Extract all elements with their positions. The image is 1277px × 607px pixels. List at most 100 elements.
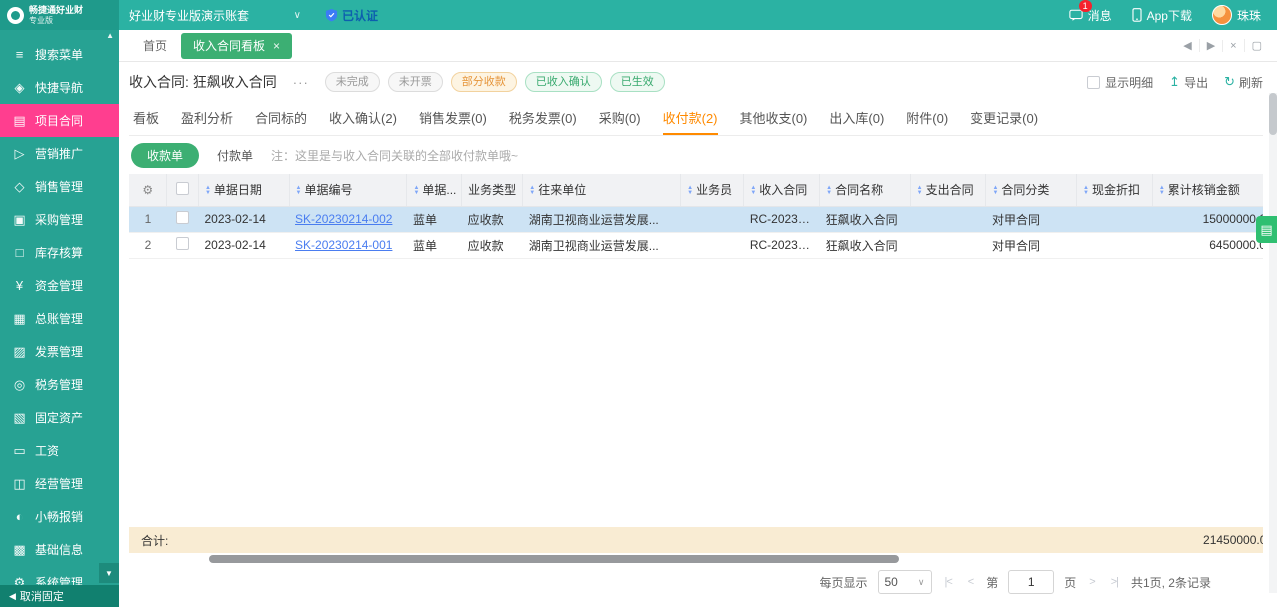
show-detail-toggle[interactable]: 显示明细 [1087, 74, 1153, 91]
prev-page-button[interactable]: < [965, 576, 976, 588]
row-checkbox-cell[interactable] [166, 232, 199, 259]
sort-icon[interactable]: ▲ ▼ [529, 185, 535, 196]
column-header-cash-discount[interactable]: ▲ ▼ 现金折扣 [1076, 174, 1153, 207]
select-all-checkbox[interactable] [176, 181, 190, 195]
tab-income-contract-board[interactable]: 收入合同看板 × [181, 32, 293, 59]
prev-tab-icon[interactable]: ◀ [1176, 39, 1198, 52]
messages-button[interactable]: 1 消息 [1068, 0, 1112, 24]
column-header-partner[interactable]: ▲ ▼ 往来单位 [522, 174, 682, 207]
sidebar-item-funds[interactable]: ¥ 资金管理 [0, 269, 119, 302]
sidebar-item-base-info[interactable]: ▩ 基础信息 [0, 533, 119, 566]
sort-icon[interactable]: ▲ ▼ [687, 185, 693, 196]
sidebar-item-tax[interactable]: ◎ 税务管理 [0, 368, 119, 401]
user-menu[interactable]: 珠珠 [1211, 5, 1261, 25]
close-all-icon[interactable]: × [1222, 39, 1243, 52]
unpin-sidebar-button[interactable]: ◀ 取消固定 [0, 585, 119, 607]
tab-sales-invoice[interactable]: 销售发票(0) [419, 102, 487, 135]
sidebar-item-quick-nav[interactable]: ◈ 快捷导航 [0, 71, 119, 104]
app-download-button[interactable]: App下载 [1132, 7, 1192, 24]
column-header-biz-type[interactable]: 业务类型 [461, 174, 524, 207]
sidebar-item-invoice[interactable]: ▨ 发票管理 [0, 335, 119, 368]
more-actions-button[interactable]: ··· [293, 75, 309, 90]
sort-icon[interactable]: ▲ ▼ [917, 185, 923, 196]
sidebar-item-search-menu[interactable]: ≡ 搜索菜单 [0, 38, 119, 71]
logo-icon [7, 6, 24, 24]
vertical-scrollbar[interactable] [1269, 93, 1277, 593]
column-header-expense-contract[interactable]: ▲ ▼ 支出合同 [910, 174, 987, 207]
sidebar-item-project-contract[interactable]: ▤ 项目合同 [0, 104, 119, 137]
scrollbar-track[interactable] [129, 555, 1263, 563]
sidebar-item-inventory[interactable]: □ 库存核算 [0, 236, 119, 269]
fullscreen-icon[interactable]: ▢ [1243, 39, 1269, 52]
column-settings-button[interactable]: ⚙ [129, 174, 168, 207]
sidebar-item-fixed-assets[interactable]: ▧ 固定资产 [0, 401, 119, 434]
sort-icon[interactable]: ▲ ▼ [1083, 185, 1089, 196]
tab-home[interactable]: 首页 [129, 37, 181, 54]
column-header-contract-category[interactable]: ▲ ▼ 合同分类 [985, 174, 1078, 207]
row-checkbox[interactable] [176, 211, 190, 224]
sidebar-item-operations[interactable]: ◫ 经营管理 [0, 467, 119, 500]
column-header-contract-name[interactable]: ▲ ▼ 合同名称 [819, 174, 911, 207]
sidebar-scroll-down-icon[interactable]: ▼ [99, 563, 119, 583]
arrow-left-icon: ◀ [9, 590, 16, 601]
side-panel-toggle-button[interactable]: ▤ [1256, 216, 1277, 243]
sort-icon[interactable]: ▲ ▼ [296, 185, 302, 196]
show-detail-checkbox[interactable] [1087, 75, 1101, 89]
tab-tax-invoice[interactable]: 税务发票(0) [509, 102, 577, 135]
horizontal-scrollbar[interactable] [129, 553, 1263, 565]
column-header-income-contract[interactable]: ▲ ▼ 收入合同 [743, 174, 821, 207]
select-all-checkbox-cell[interactable] [166, 174, 199, 207]
tab-change-log[interactable]: 变更记录(0) [970, 102, 1038, 135]
tab-payments[interactable]: 收付款(2) [662, 102, 718, 135]
sidebar-item-marketing[interactable]: ▷ 营销推广 [0, 137, 119, 170]
subtab-receipts[interactable]: 收款单 [131, 142, 200, 168]
doc-code-link[interactable]: SK-20230214-002 [295, 212, 392, 226]
next-tab-icon[interactable]: ▶ [1198, 39, 1222, 52]
sidebar-item-general-ledger[interactable]: ▦ 总账管理 [0, 302, 119, 335]
account-selector[interactable]: 好业财专业版演示账套 ∨ [119, 7, 311, 24]
refresh-button[interactable]: ↻ 刷新 [1224, 74, 1263, 91]
export-button[interactable]: ↥ 导出 [1169, 74, 1208, 91]
sidebar-item-purchase[interactable]: ▣ 采购管理 [0, 203, 119, 236]
app-logo: 畅捷通好业财 专业版 [0, 0, 119, 30]
vertical-scrollbar-thumb[interactable] [1269, 93, 1277, 135]
row-checkbox-cell[interactable] [166, 206, 199, 233]
first-page-button[interactable]: |< [942, 576, 955, 588]
sidebar-item-reimburse[interactable]: ◐ 小畅报销 [0, 500, 119, 533]
sort-icon[interactable]: ▲ ▼ [413, 185, 419, 196]
tab-purchase[interactable]: 采购(0) [599, 102, 641, 135]
column-header-doc-code[interactable]: ▲ ▼ 单据编号 [289, 174, 408, 207]
tab-contract-subject[interactable]: 合同标的 [255, 102, 307, 135]
column-header-salesman[interactable]: ▲ ▼ 业务员 [680, 174, 745, 207]
tab-board[interactable]: 看板 [133, 102, 159, 135]
sort-icon[interactable]: ▲ ▼ [750, 185, 756, 196]
tab-label: 收入合同看板 [193, 39, 266, 53]
tab-other-income[interactable]: 其他收支(0) [740, 102, 808, 135]
tab-revenue-confirm[interactable]: 收入确认(2) [329, 102, 397, 135]
subtab-payments[interactable]: 付款单 [217, 147, 253, 164]
sort-icon[interactable]: ▲ ▼ [826, 185, 832, 196]
sidebar-item-salary[interactable]: ▭ 工资 [0, 434, 119, 467]
sort-icon[interactable]: ▲ ▼ [992, 185, 998, 196]
sort-icon[interactable]: ▲ ▼ [205, 185, 211, 196]
column-header-doc-type[interactable]: ▲ ▼ 单据... [406, 174, 463, 207]
row-index: 1 [129, 206, 167, 233]
row-checkbox[interactable] [176, 237, 190, 250]
per-page-select[interactable]: 50 ∨ [877, 570, 932, 594]
tab-profit-analysis[interactable]: 盈利分析 [181, 102, 233, 135]
scrollbar-thumb[interactable] [209, 555, 899, 563]
column-header-doc-date[interactable]: ▲ ▼ 单据日期 [198, 174, 290, 207]
close-tab-icon[interactable]: × [273, 39, 280, 53]
sidebar-item-sales[interactable]: ◇ 销售管理 [0, 170, 119, 203]
sidebar-scroll-up-icon[interactable]: ▲ [106, 31, 114, 40]
column-header-accumulated[interactable]: ▲ ▼ 累计核销金额 [1152, 174, 1263, 207]
tab-stock-io[interactable]: 出入库(0) [829, 102, 884, 135]
last-page-button[interactable]: >| [1108, 576, 1121, 588]
page-number-input[interactable] [1008, 570, 1055, 594]
doc-code-link[interactable]: SK-20230214-001 [295, 238, 392, 252]
table-row[interactable]: 1 2023-02-14 SK-20230214-002 蓝单 应收款 湖南卫视… [129, 206, 1263, 233]
table-row[interactable]: 2 2023-02-14 SK-20230214-001 蓝单 应收款 湖南卫视… [129, 232, 1263, 259]
sort-icon[interactable]: ▲ ▼ [1159, 185, 1165, 196]
tab-attachments[interactable]: 附件(0) [906, 102, 948, 135]
next-page-button[interactable]: > [1086, 576, 1097, 588]
